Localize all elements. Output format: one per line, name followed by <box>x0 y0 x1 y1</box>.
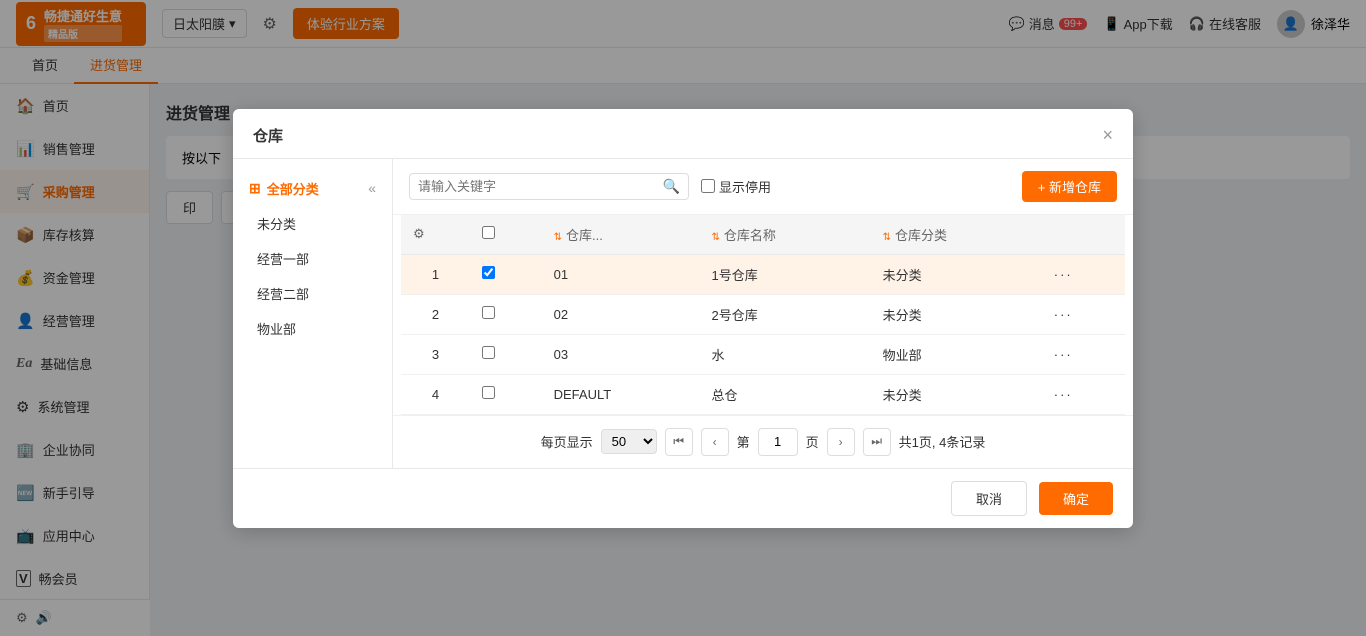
table-header-row: ⚙ ⇅仓库... ⇅仓库名称 ⇅仓库分类 <box>401 215 1125 255</box>
category-panel: ⊞ 全部分类 « 未分类 经营一部 经营二部 物业部 <box>233 159 393 468</box>
per-page-select[interactable]: 50 20 100 <box>601 429 657 454</box>
row-actions[interactable]: ··· <box>1042 374 1125 414</box>
category-unclassified[interactable]: 未分类 <box>233 206 392 241</box>
th-category[interactable]: ⇅仓库分类 <box>871 215 1042 255</box>
all-categories-label: 全部分类 <box>267 179 319 198</box>
row-checkbox[interactable] <box>482 386 495 399</box>
row-checkbox[interactable] <box>482 346 495 359</box>
modal-overlay: 仓库 × ⊞ 全部分类 « 未分类 经营一部 经营二部 <box>0 0 1366 636</box>
per-page-label: 每页显示 <box>541 432 593 451</box>
show-disabled-label[interactable]: 显示停用 <box>701 177 771 196</box>
select-all-checkbox[interactable] <box>482 226 495 239</box>
row-checkbox-cell <box>470 294 542 334</box>
next-page-button[interactable]: › <box>827 428 855 456</box>
modal-footer: 取消 确定 <box>233 468 1133 528</box>
row-num: 4 <box>401 374 470 414</box>
sort-icon-category: ⇅ <box>883 232 891 243</box>
table-row[interactable]: 1 01 1号仓库 未分类 ··· <box>401 254 1125 294</box>
th-settings: ⚙ <box>401 215 470 255</box>
row-checkbox-cell <box>470 254 542 294</box>
category-ops2[interactable]: 经营二部 <box>233 276 392 311</box>
row-name: 水 <box>700 334 871 374</box>
row-num: 2 <box>401 294 470 334</box>
confirm-button[interactable]: 确定 <box>1039 482 1113 515</box>
row-category: 未分类 <box>871 254 1042 294</box>
row-actions[interactable]: ··· <box>1042 254 1125 294</box>
category-property[interactable]: 物业部 <box>233 311 392 346</box>
row-name: 1号仓库 <box>700 254 871 294</box>
page-number-input[interactable] <box>758 428 798 456</box>
row-actions[interactable]: ··· <box>1042 334 1125 374</box>
row-category: 物业部 <box>871 334 1042 374</box>
all-categories-item[interactable]: ⊞ 全部分类 « <box>233 171 392 206</box>
total-records-label: 共1页, 4条记录 <box>899 432 986 451</box>
add-warehouse-button[interactable]: + 新增仓库 <box>1022 171 1117 202</box>
row-category: 未分类 <box>871 294 1042 334</box>
row-code: 02 <box>542 294 700 334</box>
th-checkbox <box>470 215 542 255</box>
pagination: 每页显示 50 20 100 ⏮ ‹ 第 页 › ⏭ 共1页, 4条记录 <box>393 415 1133 468</box>
table-header: ⚙ ⇅仓库... ⇅仓库名称 ⇅仓库分类 <box>401 215 1125 255</box>
search-box: 🔍 <box>409 173 689 200</box>
sort-icon-code: ⇅ <box>554 232 562 243</box>
row-name: 2号仓库 <box>700 294 871 334</box>
first-page-button[interactable]: ⏮ <box>665 428 693 456</box>
row-code: 03 <box>542 334 700 374</box>
th-code[interactable]: ⇅仓库... <box>542 215 700 255</box>
show-disabled-checkbox[interactable] <box>701 179 715 193</box>
row-checkbox-cell <box>470 374 542 414</box>
grid-icon: ⊞ <box>249 180 261 197</box>
th-actions <box>1042 215 1125 255</box>
row-category: 未分类 <box>871 374 1042 414</box>
row-code: 01 <box>542 254 700 294</box>
table-row[interactable]: 2 02 2号仓库 未分类 ··· <box>401 294 1125 334</box>
prev-page-button[interactable]: ‹ <box>701 428 729 456</box>
row-name: 总仓 <box>700 374 871 414</box>
table-row[interactable]: 4 DEFAULT 总仓 未分类 ··· <box>401 374 1125 414</box>
row-num: 1 <box>401 254 470 294</box>
row-checkbox-cell <box>470 334 542 374</box>
row-actions[interactable]: ··· <box>1042 294 1125 334</box>
category-ops1[interactable]: 经营一部 <box>233 241 392 276</box>
warehouse-table: ⚙ ⇅仓库... ⇅仓库名称 ⇅仓库分类 1 01 1号仓库 未分 <box>401 215 1125 415</box>
th-name[interactable]: ⇅仓库名称 <box>700 215 871 255</box>
modal-close-button[interactable]: × <box>1102 125 1113 146</box>
collapse-button[interactable]: « <box>368 180 376 196</box>
content-toolbar: 🔍 显示停用 + 新增仓库 <box>393 159 1133 215</box>
page-label: 第 <box>737 432 750 451</box>
row-checkbox[interactable] <box>482 306 495 319</box>
modal-title: 仓库 <box>253 125 283 146</box>
cancel-button[interactable]: 取消 <box>951 481 1027 516</box>
row-checkbox[interactable] <box>482 266 495 279</box>
table-container: ⚙ ⇅仓库... ⇅仓库名称 ⇅仓库分类 1 01 1号仓库 未分 <box>393 215 1133 415</box>
search-icon: 🔍 <box>663 178 680 195</box>
last-page-button[interactable]: ⏭ <box>863 428 891 456</box>
modal-body: ⊞ 全部分类 « 未分类 经营一部 经营二部 物业部 <box>233 159 1133 468</box>
content-panel: 🔍 显示停用 + 新增仓库 ⚙ <box>393 159 1133 468</box>
row-num: 3 <box>401 334 470 374</box>
warehouse-modal: 仓库 × ⊞ 全部分类 « 未分类 经营一部 经营二部 <box>233 109 1133 528</box>
table-body: 1 01 1号仓库 未分类 ··· 2 02 2号仓库 未分类 ··· 3 03… <box>401 254 1125 414</box>
table-row[interactable]: 3 03 水 物业部 ··· <box>401 334 1125 374</box>
row-code: DEFAULT <box>542 374 700 414</box>
search-input[interactable] <box>418 179 657 194</box>
page-suffix: 页 <box>806 432 819 451</box>
sort-icon-name: ⇅ <box>712 232 720 243</box>
modal-header: 仓库 × <box>233 109 1133 159</box>
